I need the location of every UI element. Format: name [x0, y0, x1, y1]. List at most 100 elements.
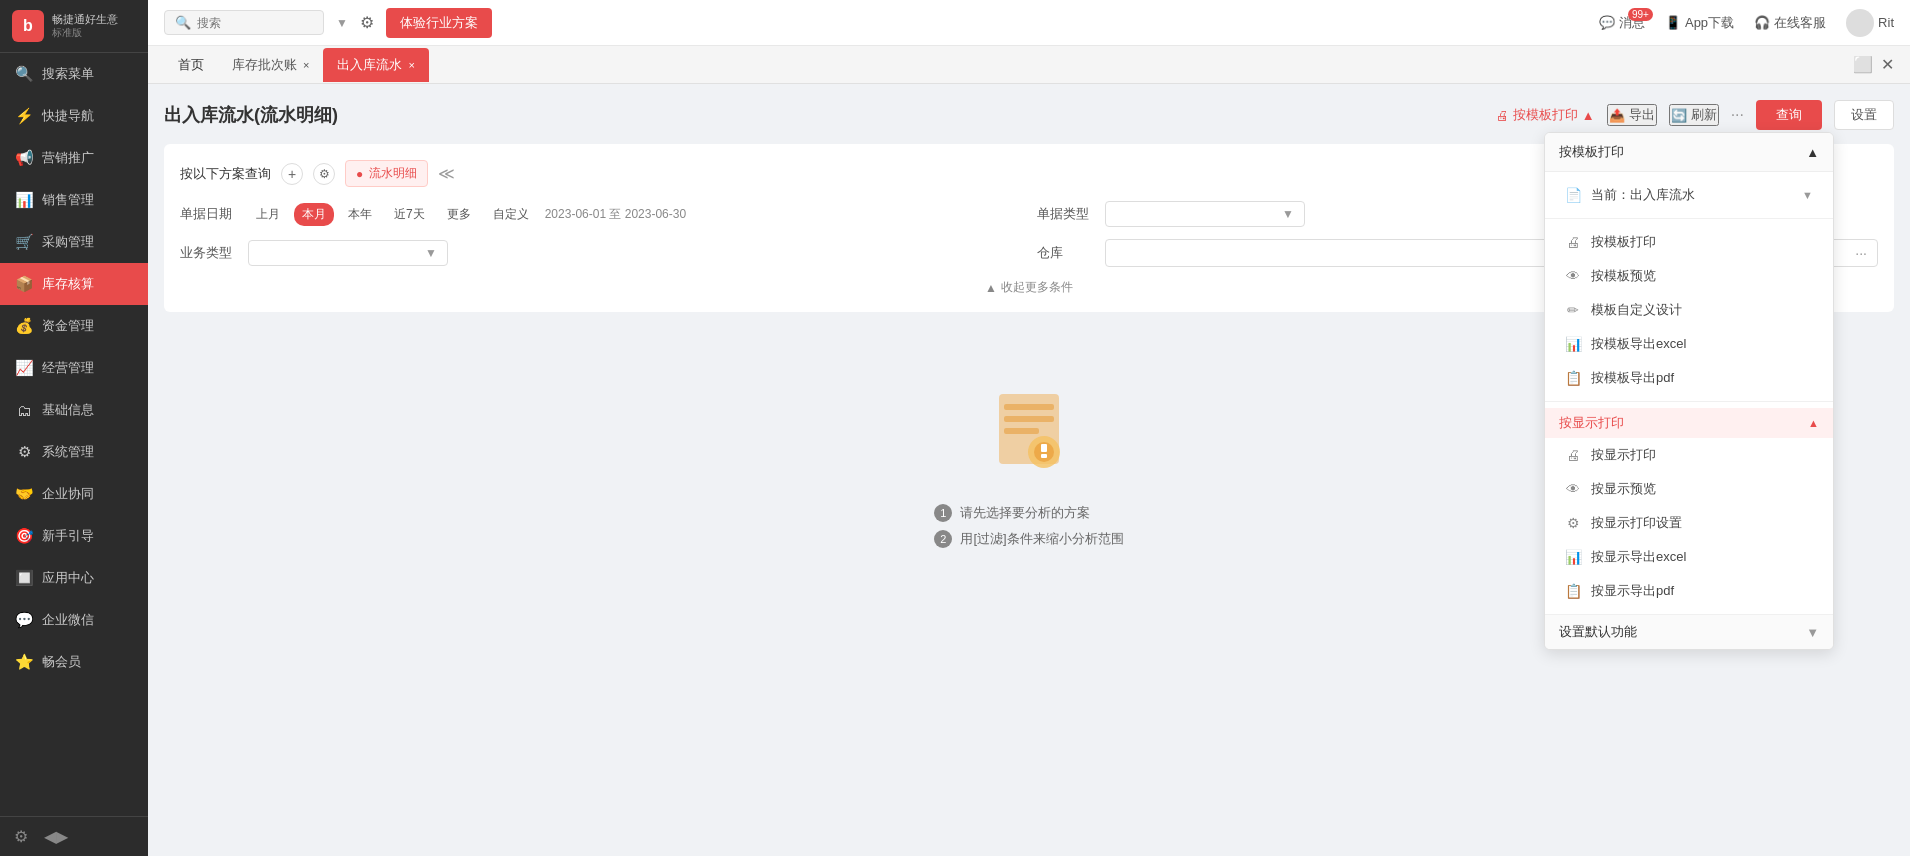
basic-icon: 🗂: [14, 400, 34, 420]
date-btn-more[interactable]: 更多: [439, 203, 479, 226]
sidebar-item-label-wechat: 企业微信: [42, 611, 94, 629]
page-actions: 🖨 按模板打印 ▲ 📤 导出 🔄 刷新 ··· 按模板打印: [1496, 100, 1894, 130]
sidebar-item-finance[interactable]: 💰 资金管理: [0, 305, 148, 347]
tab-inout-flow[interactable]: 出入库流水 ×: [323, 48, 428, 82]
sidebar-item-sales[interactable]: 📊 销售管理: [0, 179, 148, 221]
app-download-btn[interactable]: 📱 App下载: [1665, 14, 1734, 32]
date-btn-this-year[interactable]: 本年: [340, 203, 380, 226]
dropdown-display-pdf[interactable]: 📋 按显示导出pdf: [1545, 574, 1833, 608]
dropdown-template-pdf[interactable]: 📋 按模板导出pdf: [1545, 361, 1833, 395]
topbar-gear-icon[interactable]: ⚙: [360, 13, 374, 32]
display-excel-label: 按显示导出excel: [1591, 548, 1686, 566]
search-input[interactable]: [197, 16, 277, 30]
tab-expand-area: ⬜ ✕: [1853, 55, 1894, 74]
sidebar-item-basic[interactable]: 🗂 基础信息: [0, 389, 148, 431]
sidebar-item-label-system: 系统管理: [42, 443, 94, 461]
tab-inout-flow-close[interactable]: ×: [408, 59, 414, 71]
sidebar-item-enterprise[interactable]: 🤝 企业协同: [0, 473, 148, 515]
tab-home-label: 首页: [178, 56, 204, 74]
finance-icon: 💰: [14, 316, 34, 336]
filter-setting-btn[interactable]: ⚙: [313, 163, 335, 185]
export-btn[interactable]: 📤 导出: [1607, 104, 1657, 126]
query-btn[interactable]: 查询: [1756, 100, 1822, 130]
dropdown-template-print[interactable]: 🖨 按模板打印: [1545, 225, 1833, 259]
sidebar-item-inventory[interactable]: 📦 库存核算: [0, 263, 148, 305]
display-settings-label: 按显示打印设置: [1591, 514, 1682, 532]
print-icon: 🖨: [1496, 108, 1509, 123]
tab-home[interactable]: 首页: [164, 48, 218, 82]
dropdown-template-preview[interactable]: 👁 按模板预览: [1545, 259, 1833, 293]
type-select[interactable]: ▼: [1105, 201, 1305, 227]
dropdown-template-custom[interactable]: ✏ 模板自定义设计: [1545, 293, 1833, 327]
user-area[interactable]: Rit: [1846, 9, 1894, 37]
template-preview-label: 按模板预览: [1591, 267, 1656, 285]
purchase-icon: 🛒: [14, 232, 34, 252]
dropdown-template-excel[interactable]: 📊 按模板导出excel: [1545, 327, 1833, 361]
sidebar-item-member[interactable]: ⭐ 畅会员: [0, 641, 148, 683]
dropdown-current-item[interactable]: 📄 当前：出入库流水 ▼: [1545, 178, 1833, 212]
step-1-text: 请先选择要分析的方案: [960, 504, 1090, 522]
business-select[interactable]: ▼: [248, 240, 448, 266]
dropdown-footer[interactable]: 设置默认功能 ▼: [1545, 615, 1833, 649]
date-btn-last-month[interactable]: 上月: [248, 203, 288, 226]
app-download-label: App下载: [1685, 14, 1734, 32]
sidebar-item-purchase[interactable]: 🛒 采购管理: [0, 221, 148, 263]
svg-rect-6: [1041, 444, 1047, 452]
topbar-right: 💬 消息 99+ 📱 App下载 🎧 在线客服 Rit: [1599, 9, 1894, 37]
warehouse-select-more-icon[interactable]: ···: [1855, 245, 1867, 261]
sidebar-item-label-operations: 经营管理: [42, 359, 94, 377]
refresh-btn[interactable]: 🔄 刷新: [1669, 104, 1719, 126]
display-excel-icon: 📊: [1565, 549, 1581, 565]
template-print-label: 按模板打印: [1591, 233, 1656, 251]
dropdown-header-arrow-icon[interactable]: ▲: [1806, 145, 1819, 160]
printer-icon: 🖨: [1565, 234, 1581, 250]
dropdown-display-preview[interactable]: 👁 按显示预览: [1545, 472, 1833, 506]
sidebar-item-system[interactable]: ⚙ 系统管理: [0, 431, 148, 473]
filter-business-item: 业务类型 ▼: [180, 240, 1021, 266]
tab-batch-account[interactable]: 库存批次账 ×: [218, 48, 323, 82]
filter-collapse-icon[interactable]: ≪: [438, 164, 455, 183]
date-btn-7days[interactable]: 近7天: [386, 203, 433, 226]
sidebar-item-quick-nav[interactable]: ⚡ 快捷导航: [0, 95, 148, 137]
topbar-search-box[interactable]: 🔍: [164, 10, 324, 35]
display-print-sub-arrow-icon[interactable]: ▲: [1808, 417, 1819, 429]
sidebar-item-guide[interactable]: 🎯 新手引导: [0, 515, 148, 557]
dropdown-header: 按模板打印 ▲: [1545, 133, 1833, 172]
filter-warehouse-label: 仓库: [1037, 244, 1097, 262]
guide-icon: 🎯: [14, 526, 34, 546]
date-group: 上月 本月 本年 近7天 更多 自定义: [248, 203, 537, 226]
sidebar-item-search[interactable]: 🔍 搜索菜单: [0, 53, 148, 95]
tab-close-all-btn[interactable]: ✕: [1881, 55, 1894, 74]
tab-restore-btn[interactable]: ⬜: [1853, 55, 1873, 74]
svg-rect-2: [1004, 416, 1054, 422]
sidebar-item-wechat[interactable]: 💬 企业微信: [0, 599, 148, 641]
sidebar-item-app-center[interactable]: 🔲 应用中心: [0, 557, 148, 599]
date-btn-custom[interactable]: 自定义: [485, 203, 537, 226]
filter-tag-flow[interactable]: ● 流水明细: [345, 160, 428, 187]
sidebar-item-label-finance: 资金管理: [42, 317, 94, 335]
enterprise-icon: 🤝: [14, 484, 34, 504]
dropdown-display-excel[interactable]: 📊 按显示导出excel: [1545, 540, 1833, 574]
empty-state-icon: [979, 384, 1079, 484]
topbar-chevron-icon[interactable]: ▼: [336, 16, 348, 30]
sidebar-item-marketing[interactable]: 📢 营销推广: [0, 137, 148, 179]
dropdown-display-settings[interactable]: ⚙ 按显示打印设置: [1545, 506, 1833, 540]
filter-tag-circle-icon: ●: [356, 167, 363, 181]
more-actions-icon[interactable]: ···: [1731, 106, 1744, 124]
dropdown-footer-arrow-icon[interactable]: ▼: [1806, 625, 1819, 640]
collapse-sidebar-icon[interactable]: ◀▶: [44, 827, 68, 846]
step-num-2: 2: [934, 530, 952, 548]
page-title: 出入库流水(流水明细): [164, 103, 338, 127]
print-template-btn[interactable]: 🖨 按模板打印 ▲: [1496, 106, 1595, 124]
date-btn-this-month[interactable]: 本月: [294, 203, 334, 226]
filter-add-btn[interactable]: +: [281, 163, 303, 185]
dropdown-display-print[interactable]: 🖨 按显示打印: [1545, 438, 1833, 472]
online-service-btn[interactable]: 🎧 在线客服: [1754, 14, 1826, 32]
settings-icon[interactable]: ⚙: [14, 827, 28, 846]
message-btn[interactable]: 💬 消息 99+: [1599, 14, 1645, 32]
settings-btn[interactable]: 设置: [1834, 100, 1894, 130]
trial-btn[interactable]: 体验行业方案: [386, 8, 492, 38]
sidebar-item-operations[interactable]: 📈 经营管理: [0, 347, 148, 389]
step-2-text: 用[过滤]条件来缩小分析范围: [960, 530, 1123, 548]
tab-batch-account-close[interactable]: ×: [303, 59, 309, 71]
